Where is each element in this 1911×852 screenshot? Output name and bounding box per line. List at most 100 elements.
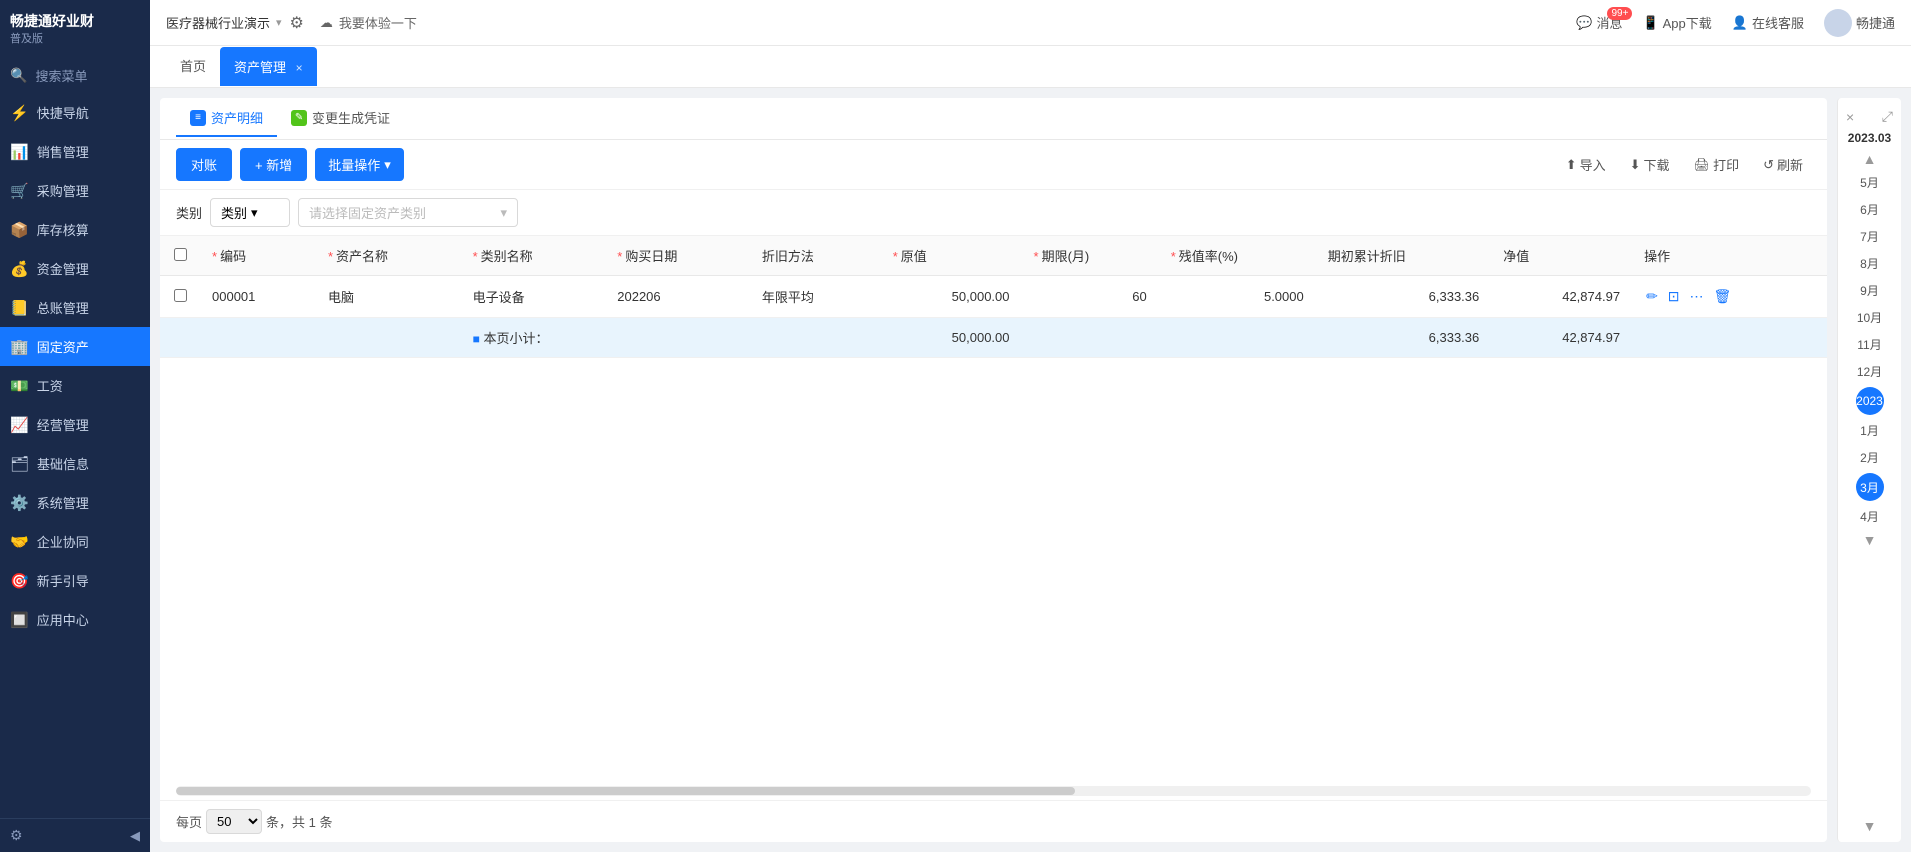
download-icon: 📱 [1642, 15, 1658, 31]
batch-button[interactable]: 批量操作 ▾ [315, 148, 404, 181]
month-item-4[interactable]: 4月 [1838, 503, 1901, 530]
month-item-3-active[interactable]: 3月 [1856, 473, 1884, 501]
enterprise-icon: 🤝 [10, 533, 29, 551]
service-icon: 👤 [1732, 15, 1748, 31]
per-page-select[interactable]: 50 10 20 100 [206, 809, 262, 834]
category-value-select[interactable]: 请选择固定资产类别 ▾ [298, 198, 518, 227]
cell-depreciation-method: 年限平均 [750, 276, 881, 318]
company-selector[interactable]: 医疗器械行业演示 ▾ [166, 13, 282, 32]
toolbar: 对账 + 新增 批量操作 ▾ ⬆ 导入 [160, 140, 1827, 190]
sidebar-item-label: 企业协同 [37, 532, 89, 551]
year-2023-label[interactable]: 2023 [1856, 387, 1884, 415]
purchase-icon: 🛒 [10, 182, 29, 200]
reconcile-button[interactable]: 对账 [176, 148, 232, 181]
payroll-icon: 💵 [10, 377, 29, 395]
company-dropdown-arrow: ▾ [276, 16, 282, 29]
month-item-7[interactable]: 7月 [1838, 223, 1901, 250]
user-name: 畅捷通 [1856, 13, 1895, 32]
print-icon: 🖨 [1694, 157, 1711, 173]
panel-down-arrow[interactable]: ▼ [1861, 530, 1879, 550]
company-settings-icon[interactable]: ⚙ [290, 13, 304, 33]
row-checkbox[interactable] [174, 289, 187, 302]
sidebar-item-search[interactable]: 🔍 搜索菜单 [0, 58, 150, 93]
select-all-checkbox[interactable] [174, 248, 187, 261]
month-item-8[interactable]: 8月 [1838, 250, 1901, 277]
col-net-value: 净值 [1491, 236, 1632, 276]
cell-actions: ✏ ⊡ ⋯ 🗑 [1632, 276, 1827, 318]
sidebar-item-inventory[interactable]: 📦 库存核算 [0, 210, 150, 249]
copy-button[interactable]: ⊡ [1666, 286, 1682, 307]
col-actions: 操作 [1632, 236, 1827, 276]
funds-icon: 💰 [10, 260, 29, 278]
sidebar-item-quick-nav[interactable]: ⚡ 快捷导航 [0, 93, 150, 132]
sidebar-item-base-info[interactable]: 🗂 基础信息 [0, 444, 150, 483]
delete-button[interactable]: 🗑 [1712, 286, 1734, 307]
month-item-9[interactable]: 9月 [1838, 277, 1901, 304]
panel-scroll-down[interactable]: ▼ [1861, 816, 1879, 836]
refresh-button[interactable]: ↺ 刷新 [1755, 149, 1811, 180]
import-button[interactable]: ⬆ 导入 [1558, 149, 1614, 180]
sidebar-item-label: 基础信息 [37, 454, 89, 473]
sidebar-item-label: 固定资产 [37, 337, 89, 356]
sidebar-item-label: 工资 [37, 376, 63, 395]
cell-net-value: 42,874.97 [1491, 276, 1632, 318]
month-item-6[interactable]: 6月 [1838, 196, 1901, 223]
month-item-11[interactable]: 11月 [1838, 331, 1901, 358]
add-button[interactable]: + 新增 [240, 148, 307, 181]
subtotal-initial-depreciation: 6,333.36 [1316, 318, 1492, 358]
tabs-bar: 首页 资产管理 × [150, 46, 1911, 88]
online-service-btn[interactable]: 👤 在线客服 [1732, 13, 1804, 32]
topbar-right: 💬 消息 99+ 📱 App下载 👤 在线客服 畅捷通 [1576, 9, 1895, 37]
tab-assets-label: 资产管理 [234, 60, 286, 75]
panel-expand-button[interactable]: ⤢ [1878, 104, 1897, 129]
sub-tab-asset-detail-label: 资产明细 [211, 108, 263, 127]
feedback-btn[interactable]: ☁ 我要体验一下 [320, 13, 417, 32]
tab-assets[interactable]: 资产管理 × [220, 47, 317, 86]
sidebar-item-operations[interactable]: 📈 经营管理 [0, 405, 150, 444]
assets-table: 编码 资产名称 类别名称 购买日期 折旧方法 原值 期限(月) 残值率(%) 期… [160, 236, 1827, 358]
toolbar-right: ⬆ 导入 ⬇ 下载 🖨 打印 ↺ 刷新 [1558, 149, 1811, 180]
quick-nav-icon: ⚡ [10, 104, 29, 122]
batch-label: 批量操作 [328, 155, 380, 174]
month-item-5[interactable]: 5月 [1838, 169, 1901, 196]
sidebar-item-system[interactable]: ⚙️ 系统管理 [0, 483, 150, 522]
collapse-icon[interactable]: ◀ [130, 828, 140, 844]
sidebar-item-ledger[interactable]: 📒 总账管理 [0, 288, 150, 327]
sub-tab-asset-detail[interactable]: ≡ 资产明细 [176, 100, 277, 137]
category-filter-label: 类别 [176, 203, 202, 222]
sidebar-item-purchase[interactable]: 🛒 采购管理 [0, 171, 150, 210]
col-depreciation-method: 折旧方法 [750, 236, 881, 276]
sidebar-item-sales[interactable]: 📊 销售管理 [0, 132, 150, 171]
month-item-10[interactable]: 10月 [1838, 304, 1901, 331]
messages-btn[interactable]: 💬 消息 99+ [1576, 13, 1622, 32]
edit-button[interactable]: ✏ [1644, 286, 1660, 307]
app-download-btn[interactable]: 📱 App下载 [1642, 13, 1711, 32]
download-button[interactable]: ⬇ 下载 [1622, 149, 1678, 180]
sidebar-item-payroll[interactable]: 💵 工资 [0, 366, 150, 405]
content-area: ≡ 资产明细 ✎ 变更生成凭证 对账 + 新增 [150, 88, 1911, 852]
sidebar-item-guide[interactable]: 🎯 新手引导 [0, 561, 150, 600]
subtotal-net-value: 42,874.97 [1491, 318, 1632, 358]
month-item-12[interactable]: 12月 [1838, 358, 1901, 385]
main-panel: ≡ 资产明细 ✎ 变更生成凭证 对账 + 新增 [160, 98, 1827, 842]
month-item-2[interactable]: 2月 [1838, 444, 1901, 471]
sidebar-item-funds[interactable]: 💰 资金管理 [0, 249, 150, 288]
settings-icon[interactable]: ⚙ [10, 827, 23, 844]
sidebar-item-fixed-assets[interactable]: 🏢 固定资产 [0, 327, 150, 366]
sidebar-item-enterprise[interactable]: 🤝 企业协同 [0, 522, 150, 561]
more-button[interactable]: ⋯ [1688, 286, 1706, 307]
panel-close-button[interactable]: × [1842, 104, 1858, 129]
horizontal-scrollbar[interactable] [176, 786, 1811, 796]
tab-close-icon[interactable]: × [296, 61, 303, 75]
sidebar-item-apps[interactable]: 🔲 应用中心 [0, 600, 150, 639]
company-name: 医疗器械行业演示 [166, 13, 270, 32]
tab-home[interactable]: 首页 [166, 46, 220, 87]
panel-up-arrow[interactable]: ▲ [1861, 149, 1879, 169]
sub-tab-voucher[interactable]: ✎ 变更生成凭证 [277, 100, 404, 137]
print-button[interactable]: 🖨 打印 [1686, 149, 1748, 180]
ledger-icon: 📒 [10, 299, 29, 317]
month-item-1[interactable]: 1月 [1838, 417, 1901, 444]
category-type-select[interactable]: 类别 ▾ [210, 198, 290, 227]
sidebar-item-label: 经营管理 [37, 415, 89, 434]
user-avatar-area[interactable]: 畅捷通 [1824, 9, 1895, 37]
